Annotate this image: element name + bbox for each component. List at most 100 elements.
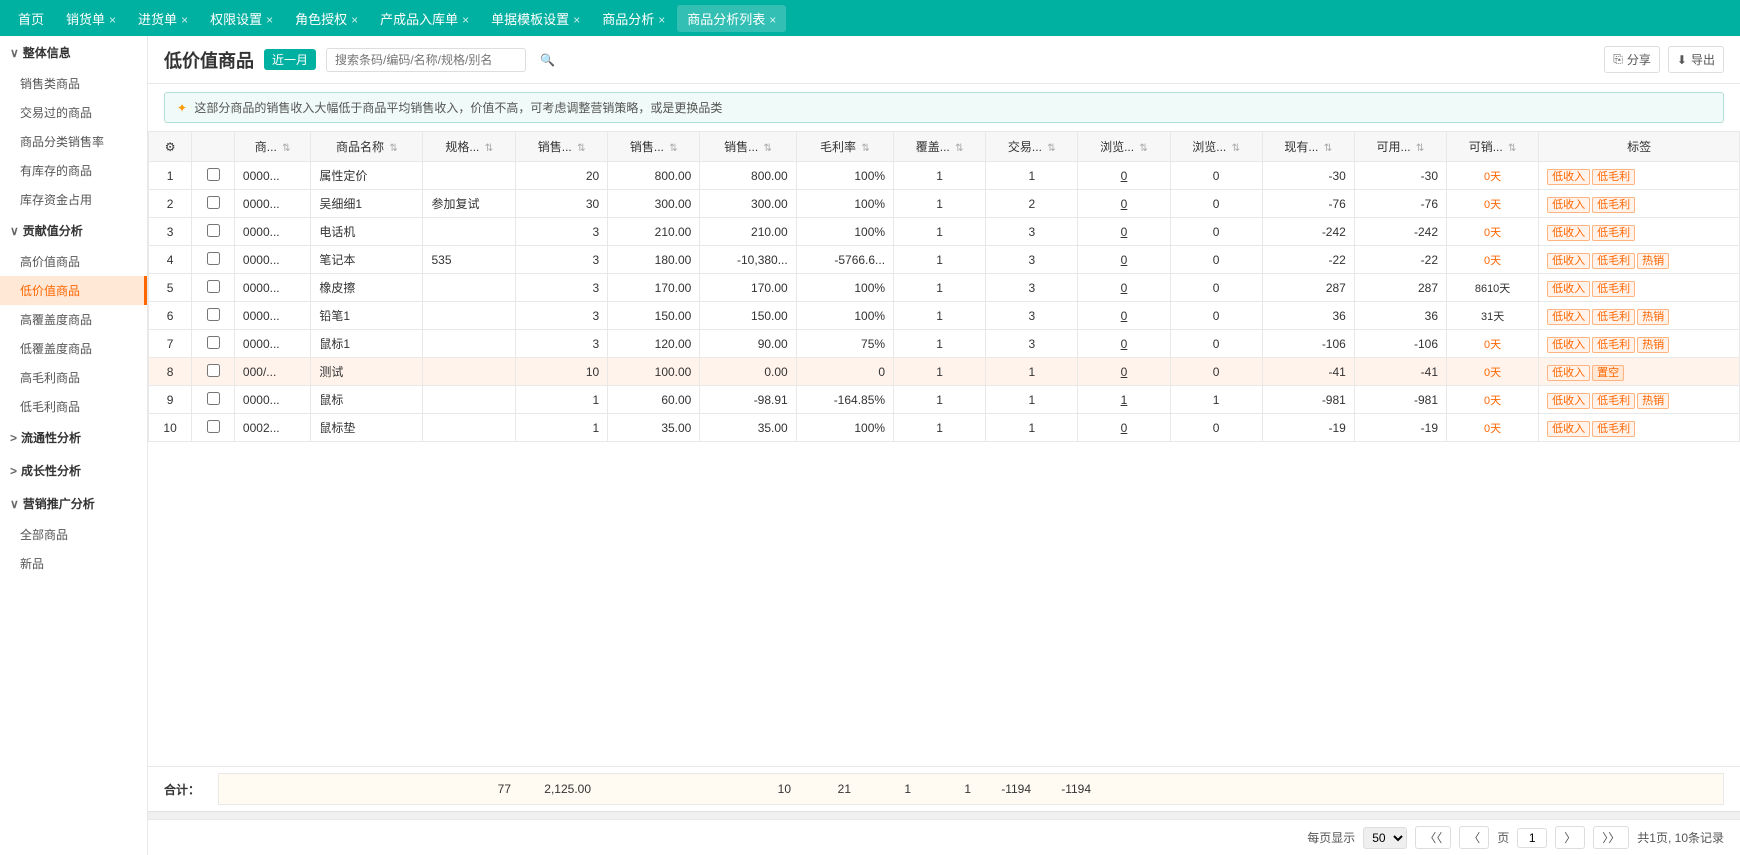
sidebar-item-高毛利商品[interactable]: 高毛利商品: [0, 363, 147, 392]
next-page-btn[interactable]: 〉: [1555, 826, 1585, 849]
row-checkbox[interactable]: [207, 280, 220, 293]
sidebar-item-高价值商品[interactable]: 高价值商品: [0, 247, 147, 276]
browse1-link[interactable]: 1: [1121, 393, 1128, 407]
browse1-link[interactable]: 0: [1121, 281, 1128, 295]
row-coverage: 1: [894, 302, 986, 330]
sidebar-item-商品分类销售率[interactable]: 商品分类销售率: [0, 127, 147, 156]
sidebar-group-流通性分析[interactable]: >流通性分析: [0, 421, 147, 454]
sidebar-item-低价值商品[interactable]: 低价值商品: [0, 276, 147, 305]
col-header-sale_amount[interactable]: 销售... ⇅: [700, 132, 796, 162]
search-icon[interactable]: 🔍: [540, 53, 555, 67]
row-checkbox[interactable]: [207, 420, 220, 433]
col-header-code[interactable]: 商... ⇅: [234, 132, 310, 162]
horizontal-scrollbar[interactable]: [148, 811, 1740, 819]
nav-close-角色授权[interactable]: ×: [351, 13, 358, 27]
sidebar-group-贡献值分析[interactable]: ∨贡献值分析: [0, 214, 147, 247]
row-checkbox[interactable]: [207, 196, 220, 209]
col-header-gross_rate[interactable]: 毛利率 ⇅: [796, 132, 893, 162]
col-header-sale_price[interactable]: 销售... ⇅: [608, 132, 700, 162]
browse1-link[interactable]: 0: [1121, 337, 1128, 351]
row-available: -41: [1354, 358, 1446, 386]
nav-item-角色授权[interactable]: 角色授权×: [285, 5, 368, 32]
browse1-link[interactable]: 0: [1121, 225, 1128, 239]
sidebar-item-新品[interactable]: 新品: [0, 549, 147, 578]
prev-page-btn[interactable]: 〈: [1459, 826, 1489, 849]
row-checkbox[interactable]: [207, 364, 220, 377]
nav-item-销货单[interactable]: 销货单×: [56, 5, 126, 32]
row-checkbox[interactable]: [207, 336, 220, 349]
row-num: 3: [149, 218, 192, 246]
sidebar-item-库存资金占用[interactable]: 库存资金占用: [0, 185, 147, 214]
nav-close-产成品入库单[interactable]: ×: [462, 13, 469, 27]
row-code: 000/...: [234, 358, 310, 386]
sidebar-item-高覆盖度商品[interactable]: 高覆盖度商品: [0, 305, 147, 334]
col-header-saleable[interactable]: 可销... ⇅: [1447, 132, 1539, 162]
last-page-btn[interactable]: 〉〉: [1593, 826, 1629, 849]
share-button[interactable]: ⎘ 分享: [1604, 46, 1660, 73]
nav-item-权限设置[interactable]: 权限设置×: [200, 5, 283, 32]
nav-close-销货单[interactable]: ×: [109, 13, 116, 27]
col-header-available[interactable]: 可用... ⇅: [1354, 132, 1446, 162]
sidebar: ∨整体信息销售类商品交易过的商品商品分类销售率有库存的商品库存资金占用∨贡献值分…: [0, 36, 148, 855]
row-gross-rate: 100%: [796, 162, 893, 190]
nav-close-商品分析[interactable]: ×: [658, 13, 665, 27]
col-header-trade[interactable]: 交易... ⇅: [986, 132, 1078, 162]
col-header-sale_qty[interactable]: 销售... ⇅: [516, 132, 608, 162]
table-row: 40000...笔记本5353180.00-10,380...-5766.6..…: [149, 246, 1740, 274]
col-header-current_stock[interactable]: 现有... ⇅: [1262, 132, 1354, 162]
row-checkbox[interactable]: [207, 224, 220, 237]
row-checkbox[interactable]: [207, 252, 220, 265]
page-input[interactable]: [1517, 828, 1547, 848]
row-checkbox[interactable]: [207, 392, 220, 405]
filter-tag-btn[interactable]: 近一月: [264, 49, 316, 70]
tag-低收入: 低收入: [1547, 393, 1590, 409]
sidebar-group-成长性分析[interactable]: >成长性分析: [0, 454, 147, 487]
nav-close-权限设置[interactable]: ×: [266, 13, 273, 27]
first-page-btn[interactable]: 〈〈: [1415, 826, 1451, 849]
sidebar-item-低覆盖度商品[interactable]: 低覆盖度商品: [0, 334, 147, 363]
row-available: 287: [1354, 274, 1446, 302]
sidebar-item-销售类商品[interactable]: 销售类商品: [0, 69, 147, 98]
sidebar-item-低毛利商品[interactable]: 低毛利商品: [0, 392, 147, 421]
nav-item-进货单[interactable]: 进货单×: [128, 5, 198, 32]
sidebar-item-全部商品[interactable]: 全部商品: [0, 520, 147, 549]
nav-item-首页[interactable]: 首页: [8, 5, 54, 32]
browse1-link[interactable]: 0: [1121, 253, 1128, 267]
col-header-name[interactable]: 商品名称 ⇅: [311, 132, 423, 162]
sidebar-group-营销推广分析[interactable]: ∨营销推广分析: [0, 487, 147, 520]
nav-item-单据模板设置[interactable]: 单据模板设置×: [481, 5, 590, 32]
row-sale-amount: 35.00: [700, 414, 796, 442]
row-trade: 1: [986, 358, 1078, 386]
nav-item-商品分析列表[interactable]: 商品分析列表×: [677, 5, 786, 32]
browse1-link[interactable]: 0: [1121, 309, 1128, 323]
nav-close-进货单[interactable]: ×: [181, 13, 188, 27]
row-tags: 低收入低毛利: [1539, 190, 1740, 218]
row-sale-amount: 170.00: [700, 274, 796, 302]
export-button[interactable]: ⬇ 导出: [1668, 46, 1724, 73]
col-header-browse1[interactable]: 浏览... ⇅: [1078, 132, 1170, 162]
row-code: 0000...: [234, 190, 310, 218]
row-checkbox-cell: [192, 330, 235, 358]
page-size-select[interactable]: 50: [1363, 827, 1407, 849]
sidebar-group-整体信息[interactable]: ∨整体信息: [0, 36, 147, 69]
nav-item-商品分析[interactable]: 商品分析×: [592, 5, 675, 32]
row-checkbox[interactable]: [207, 168, 220, 181]
col-header-spec[interactable]: 规格... ⇅: [423, 132, 516, 162]
browse1-link[interactable]: 0: [1121, 421, 1128, 435]
browse1-link[interactable]: 0: [1121, 365, 1128, 379]
row-trade: 1: [986, 162, 1078, 190]
nav-close-商品分析列表[interactable]: ×: [769, 13, 776, 27]
col-header-coverage[interactable]: 覆盖... ⇅: [894, 132, 986, 162]
row-checkbox[interactable]: [207, 308, 220, 321]
col-header-browse2[interactable]: 浏览... ⇅: [1170, 132, 1262, 162]
top-nav: 首页销货单×进货单×权限设置×角色授权×产成品入库单×单据模板设置×商品分析×商…: [0, 0, 1740, 36]
sidebar-item-交易过的商品[interactable]: 交易过的商品: [0, 98, 147, 127]
browse1-link[interactable]: 0: [1121, 197, 1128, 211]
search-input[interactable]: [326, 48, 526, 72]
sidebar-item-有库存的商品[interactable]: 有库存的商品: [0, 156, 147, 185]
row-gross-rate: 100%: [796, 190, 893, 218]
nav-close-单据模板设置[interactable]: ×: [573, 13, 580, 27]
nav-item-产成品入库单[interactable]: 产成品入库单×: [370, 5, 479, 32]
browse1-link[interactable]: 0: [1121, 169, 1128, 183]
row-spec: [423, 358, 516, 386]
